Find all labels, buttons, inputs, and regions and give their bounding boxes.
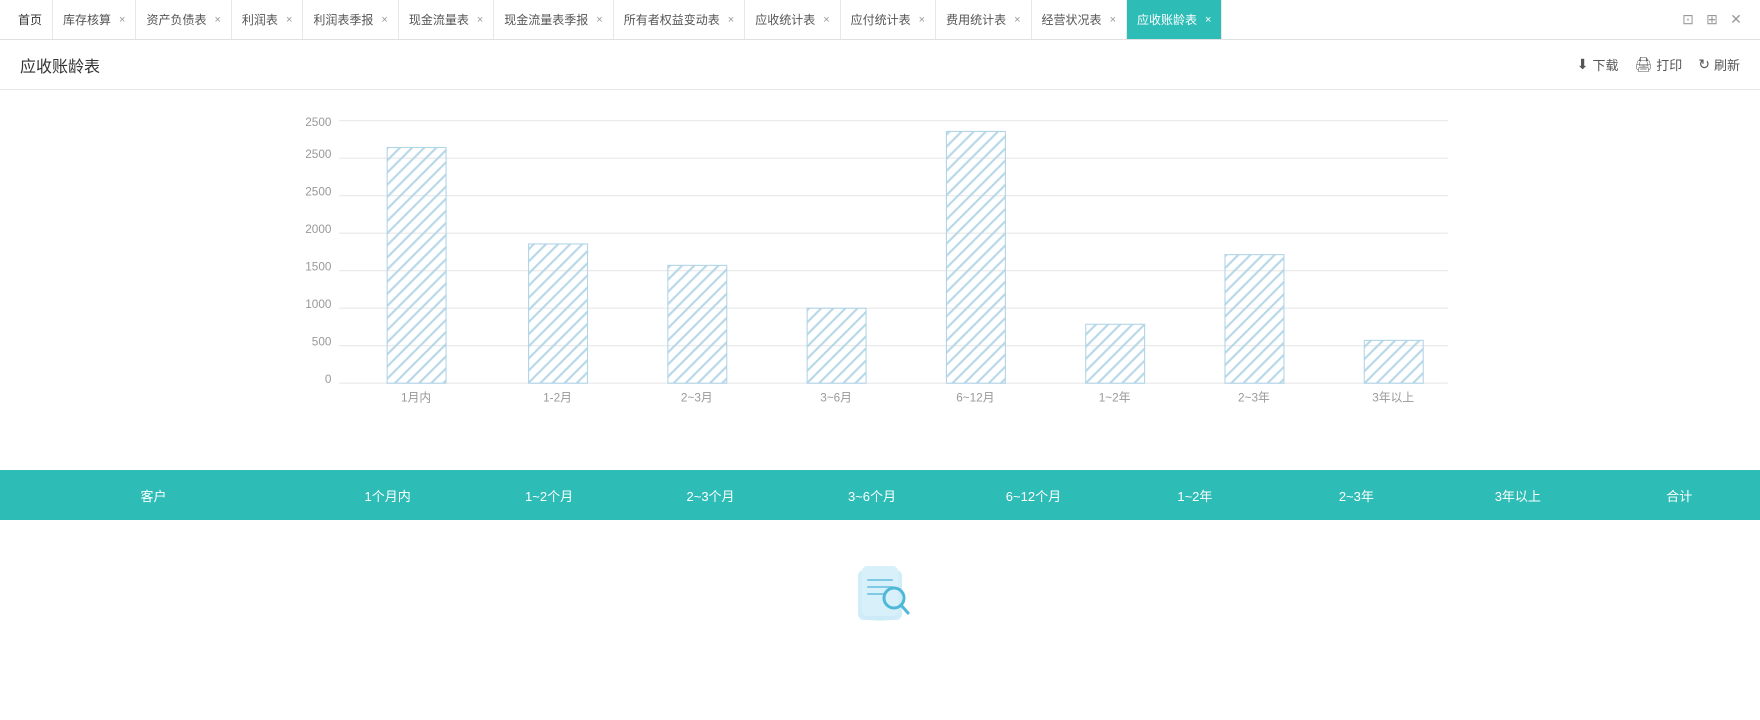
tab-operations[interactable]: 经营状况表 ×: [1032, 0, 1127, 40]
th-3plus-year: 3年以上: [1437, 486, 1598, 505]
page-header: 应收账龄表 ⬇ 下载 🖨 打印 ↻ 刷新: [0, 40, 1760, 90]
tab-expense-stats-close[interactable]: ×: [1014, 14, 1020, 26]
tab-profit-quarter-label: 利润表季报: [313, 11, 373, 28]
tab-expense-stats[interactable]: 费用统计表 ×: [936, 0, 1031, 40]
tab-payable-stats[interactable]: 应付统计表 ×: [841, 0, 936, 40]
y-label-2500b: 2500: [305, 148, 332, 161]
minimize-button[interactable]: ⊡: [1680, 12, 1696, 28]
x-label-3-6month: 3~6月: [820, 391, 852, 404]
refresh-label: 刷新: [1714, 55, 1740, 74]
y-label-2500c: 2500: [305, 116, 332, 129]
bar-2-3year: [1225, 255, 1284, 384]
tab-operations-label: 经营状况表: [1042, 11, 1102, 28]
th-6-12month: 6~12个月: [953, 486, 1114, 505]
x-label-3plus-year: 3年以上: [1372, 390, 1414, 404]
tab-cashflow-label: 现金流量表: [409, 11, 469, 28]
bar-3plus-year: [1364, 340, 1423, 383]
tab-balance-label: 资产负债表: [146, 11, 206, 28]
th-1-2month: 1~2个月: [468, 486, 629, 505]
tab-profit-quarter-close[interactable]: ×: [381, 14, 387, 26]
tab-cashflow[interactable]: 现金流量表 ×: [399, 0, 494, 40]
th-2-3month: 2~3个月: [630, 486, 791, 505]
bar-1-2month: [529, 244, 588, 383]
tab-inventory-label: 库存核算: [63, 11, 111, 28]
bar-1month: [387, 148, 446, 384]
tab-home[interactable]: 首页: [8, 0, 53, 40]
tab-profit-quarter[interactable]: 利润表季报 ×: [303, 0, 398, 40]
y-label-1500: 1500: [305, 261, 332, 274]
aging-chart: 0 500 1000 1500 2000 2500 2500 2500: [40, 110, 1720, 410]
refresh-button[interactable]: ↻ 刷新: [1698, 55, 1740, 74]
y-label-1000: 1000: [305, 298, 332, 311]
tab-cashflow-quarter-close[interactable]: ×: [596, 14, 602, 26]
header-actions: ⬇ 下载 🖨 打印 ↻ 刷新: [1577, 55, 1740, 74]
chart-area: 0 500 1000 1500 2000 2500 2500 2500: [0, 90, 1760, 470]
tab-balance-close[interactable]: ×: [214, 14, 220, 26]
tab-receivable-stats[interactable]: 应收统计表 ×: [745, 0, 840, 40]
nav-tabs-bar: 首页 库存核算 × 资产负债表 × 利润表 × 利润表季报 × 现金流量表 × …: [0, 0, 1760, 40]
tab-receivable-stats-label: 应收统计表: [755, 11, 815, 28]
x-label-2-3month: 2~3月: [681, 391, 713, 404]
tab-profit-close[interactable]: ×: [286, 14, 292, 26]
x-label-1-2month: 1-2月: [543, 391, 572, 404]
th-customer: 客户: [0, 486, 307, 505]
page-title: 应收账龄表: [20, 53, 100, 77]
print-icon: 🖨: [1634, 56, 1652, 73]
y-label-500: 500: [312, 336, 332, 349]
empty-icon: [840, 550, 920, 630]
x-label-6-12month: 6~12月: [956, 391, 994, 404]
tab-inventory-close[interactable]: ×: [119, 14, 125, 26]
tab-home-label: 首页: [18, 11, 42, 28]
tab-aging-label: 应收账龄表: [1137, 11, 1197, 28]
tab-payable-stats-label: 应付统计表: [851, 11, 911, 28]
th-1-2year: 1~2年: [1114, 486, 1275, 505]
tab-payable-stats-close[interactable]: ×: [919, 14, 925, 26]
bar-1-2year: [1086, 324, 1145, 383]
tab-expense-stats-label: 费用统计表: [946, 11, 1006, 28]
print-button[interactable]: 🖨 打印: [1634, 55, 1682, 74]
x-label-2-3year: 2~3年: [1238, 390, 1270, 404]
download-label: 下载: [1592, 55, 1618, 74]
bar-3-6month: [807, 308, 866, 383]
tab-aging[interactable]: 应收账龄表 ×: [1127, 0, 1222, 40]
print-label: 打印: [1656, 55, 1682, 74]
tab-equity-label: 所有者权益变动表: [624, 11, 720, 28]
tab-equity[interactable]: 所有者权益变动表 ×: [614, 0, 745, 40]
x-label-1-2year: 1~2年: [1099, 390, 1131, 404]
bar-6-12month: [946, 131, 1005, 383]
y-label-2500a: 2500: [305, 186, 332, 199]
th-1month: 1个月内: [307, 486, 468, 505]
th-2-3year: 2~3年: [1276, 486, 1437, 505]
window-controls: ⊡ ⊞ ✕: [1680, 12, 1752, 28]
tab-balance[interactable]: 资产负债表 ×: [136, 0, 231, 40]
tab-aging-close[interactable]: ×: [1205, 14, 1211, 26]
empty-state: [0, 520, 1760, 670]
tab-cashflow-close[interactable]: ×: [477, 14, 483, 26]
main-content: 0 500 1000 1500 2000 2500 2500 2500: [0, 90, 1760, 720]
y-label-0: 0: [325, 373, 332, 386]
tab-inventory[interactable]: 库存核算 ×: [53, 0, 136, 40]
refresh-icon: ↻: [1698, 56, 1710, 73]
th-total: 合计: [1599, 486, 1760, 505]
tab-cashflow-quarter[interactable]: 现金流量表季报 ×: [494, 0, 613, 40]
tab-operations-close[interactable]: ×: [1110, 14, 1116, 26]
y-label-2000: 2000: [305, 223, 332, 236]
tab-cashflow-quarter-label: 现金流量表季报: [504, 11, 588, 28]
tab-receivable-stats-close[interactable]: ×: [823, 14, 829, 26]
close-button[interactable]: ✕: [1728, 12, 1744, 28]
tab-profit-label: 利润表: [242, 11, 278, 28]
bar-2-3month: [668, 265, 727, 383]
download-button[interactable]: ⬇ 下载: [1577, 55, 1619, 74]
x-label-1month: 1月内: [401, 390, 431, 404]
table-header: 客户 1个月内 1~2个月 2~3个月 3~6个月 6~12个月 1~2年 2~…: [0, 470, 1760, 520]
download-icon: ⬇: [1577, 56, 1589, 73]
tab-profit[interactable]: 利润表 ×: [232, 0, 303, 40]
maximize-button[interactable]: ⊞: [1704, 12, 1720, 28]
th-3-6month: 3~6个月: [791, 486, 952, 505]
tab-equity-close[interactable]: ×: [728, 14, 734, 26]
